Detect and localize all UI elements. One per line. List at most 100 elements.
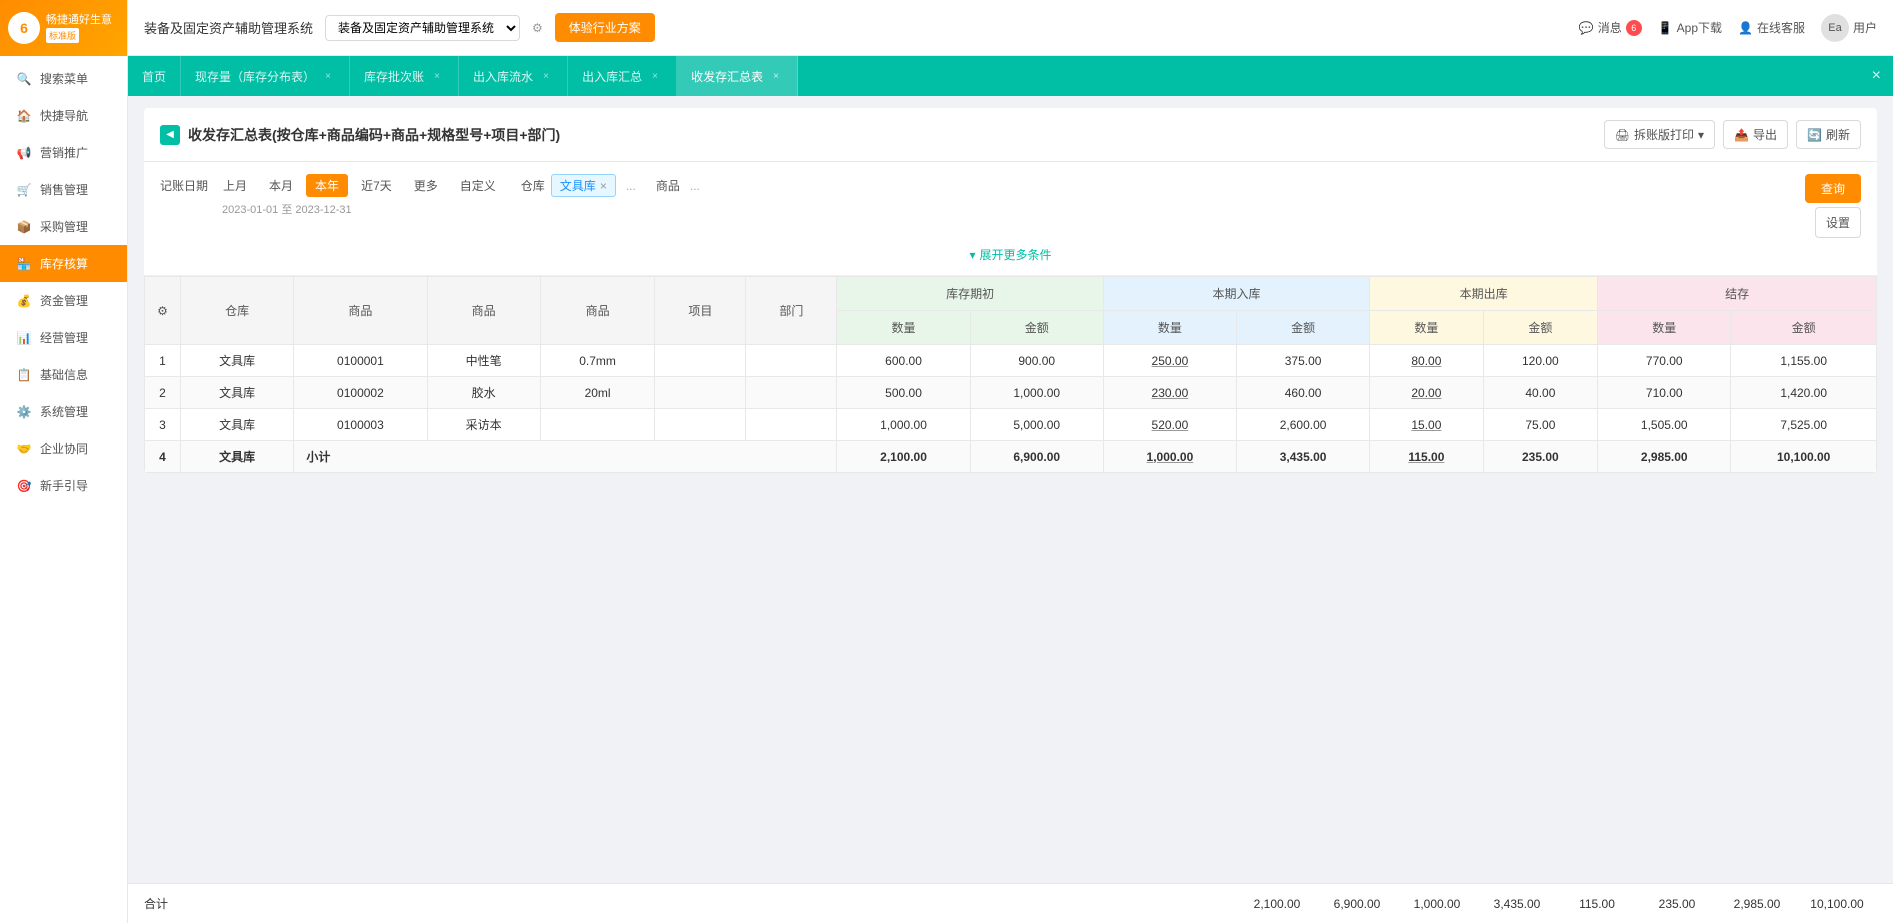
cell-out-qty[interactable]: 20.00: [1370, 377, 1483, 409]
guide-icon: 🎯: [16, 478, 32, 494]
system-select[interactable]: 装备及固定资产辅助管理系统: [325, 15, 520, 41]
print-btn[interactable]: 🖨 拆账版打印 ▾: [1604, 120, 1715, 149]
tab-home[interactable]: 首页: [128, 56, 181, 96]
sidebar-item-enterprise[interactable]: 🤝 企业协同: [0, 430, 127, 467]
tab-in-out-flow[interactable]: 出入库流水 ×: [459, 56, 568, 96]
date-btn-7days[interactable]: 近7天: [352, 174, 401, 197]
warehouse-tag: 文具库 ×: [551, 174, 616, 197]
date-btn-more[interactable]: 更多: [405, 174, 447, 197]
user-label: 用户: [1853, 19, 1877, 36]
sidebar-item-label: 营销推广: [40, 144, 88, 161]
cell-goods-code: 0100003: [294, 409, 427, 441]
date-btn-this-year[interactable]: 本年: [306, 174, 348, 197]
footer-col: 235.00: [1637, 897, 1717, 911]
sidebar-logo: 6 畅捷通好生意 标准版: [0, 0, 127, 56]
sidebar-item-finance[interactable]: 💰 资金管理: [0, 282, 127, 319]
th-group-balance: 结存: [1598, 277, 1877, 311]
app-download-btn[interactable]: 📱 App下载: [1658, 19, 1722, 36]
cell-dept: [746, 409, 837, 441]
th-warehouse: 仓库: [181, 277, 294, 345]
cell-goods-name: 中性笔: [427, 345, 540, 377]
warehouse-label: 仓库: [521, 177, 545, 194]
topbar-left: 装备及固定资产辅助管理系统 装备及固定资产辅助管理系统 ⚙ 体验行业方案: [144, 13, 655, 42]
tab-in-out-summary[interactable]: 出入库汇总 ×: [568, 56, 677, 96]
sidebar-item-sales[interactable]: 🛒 销售管理: [0, 171, 127, 208]
tab-collect-send-close[interactable]: ×: [769, 69, 783, 83]
query-btn[interactable]: 查询: [1805, 174, 1861, 203]
cell-balance-amt: 7,525.00: [1731, 409, 1877, 441]
cell-opening-qty: 1,000.00: [837, 409, 970, 441]
tab-inventory-dist-close[interactable]: ×: [321, 69, 335, 83]
cell-in-qty[interactable]: 520.00: [1103, 409, 1236, 441]
tab-in-out-flow-close[interactable]: ×: [539, 69, 553, 83]
tab-inventory-dist[interactable]: 现存量（库存分布表） ×: [181, 56, 350, 96]
warehouse-value: 文具库: [560, 177, 596, 194]
tab-collect-send[interactable]: 收发存汇总表 ×: [677, 56, 798, 96]
expand-filter-btn[interactable]: ▾ 展开更多条件: [160, 246, 1861, 263]
table-settings-icon: ⚙: [157, 304, 168, 318]
sidebar-item-system[interactable]: ⚙️ 系统管理: [0, 393, 127, 430]
sidebar-item-label: 快捷导航: [40, 107, 88, 124]
export-btn[interactable]: 📤 导出: [1723, 120, 1788, 149]
goods-filter: 商品 ...: [656, 177, 704, 194]
goods-label: 商品: [656, 177, 680, 194]
cell-subtotal-label: 小计: [294, 441, 837, 473]
cell-out-qty[interactable]: 80.00: [1370, 345, 1483, 377]
cell-subtotal-out-qty[interactable]: 115.00: [1370, 441, 1483, 473]
date-btn-custom[interactable]: 自定义: [451, 174, 505, 197]
cell-goods-spec: 0.7mm: [540, 345, 655, 377]
refresh-btn[interactable]: 🔄 刷新: [1796, 120, 1861, 149]
cell-goods-code: 0100002: [294, 377, 427, 409]
sidebar-item-inventory[interactable]: 🏪 库存核算: [0, 245, 127, 282]
date-btn-this-month[interactable]: 本月: [260, 174, 302, 197]
sidebar-item-quick-nav[interactable]: 🏠 快捷导航: [0, 97, 127, 134]
online-service-btn[interactable]: 👤 在线客服: [1738, 19, 1805, 36]
tab-batch-ledger[interactable]: 库存批次账 ×: [350, 56, 459, 96]
th-goods-name: 商品: [427, 277, 540, 345]
experience-btn[interactable]: 体验行业方案: [555, 13, 655, 42]
system-title: 装备及固定资产辅助管理系统: [144, 18, 313, 37]
collapse-btn[interactable]: ◀: [160, 125, 180, 145]
settings-icon[interactable]: ⚙: [532, 21, 543, 35]
warehouse-remove-btn[interactable]: ×: [600, 179, 607, 193]
cell-in-qty[interactable]: 230.00: [1103, 377, 1236, 409]
warehouse-dots[interactable]: ...: [622, 179, 640, 193]
filter-settings-btn[interactable]: 设置: [1815, 207, 1861, 238]
sidebar-item-purchase[interactable]: 📦 采购管理: [0, 208, 127, 245]
th-group-out: 本期出库: [1370, 277, 1598, 311]
user-avatar: Ea: [1821, 14, 1849, 42]
marketing-icon: 📢: [16, 145, 32, 161]
message-btn[interactable]: 💬 消息 6: [1579, 19, 1642, 36]
cell-subtotal-opening-qty: 2,100.00: [837, 441, 970, 473]
th-balance-amt: 金额: [1731, 311, 1877, 345]
sidebar-item-search[interactable]: 🔍 搜索菜单: [0, 60, 127, 97]
tabbar-close-all[interactable]: ×: [1860, 67, 1893, 85]
footer-col: 3,435.00: [1477, 897, 1557, 911]
sidebar-item-basic-info[interactable]: 📋 基础信息: [0, 356, 127, 393]
footer-col: 1,000.00: [1397, 897, 1477, 911]
cell-out-qty[interactable]: 15.00: [1370, 409, 1483, 441]
cell-warehouse: 文具库: [181, 345, 294, 377]
message-badge: 6: [1626, 20, 1642, 36]
cell-balance-amt: 1,155.00: [1731, 345, 1877, 377]
sidebar-item-guide[interactable]: 🎯 新手引导: [0, 467, 127, 504]
main-wrapper: 装备及固定资产辅助管理系统 装备及固定资产辅助管理系统 ⚙ 体验行业方案 💬 消…: [128, 0, 1893, 923]
tab-in-out-summary-close[interactable]: ×: [648, 69, 662, 83]
cell-subtotal-in-qty[interactable]: 1,000.00: [1103, 441, 1236, 473]
tab-batch-ledger-close[interactable]: ×: [430, 69, 444, 83]
purchase-icon: 📦: [16, 219, 32, 235]
goods-dots[interactable]: ...: [686, 179, 704, 193]
topbar: 装备及固定资产辅助管理系统 装备及固定资产辅助管理系统 ⚙ 体验行业方案 💬 消…: [128, 0, 1893, 56]
sidebar-item-label: 采购管理: [40, 218, 88, 235]
cell-rownum: 2: [145, 377, 181, 409]
th-in-qty: 数量: [1103, 311, 1236, 345]
date-btn-last-month[interactable]: 上月: [214, 174, 256, 197]
footer-col: 10,100.00: [1797, 897, 1877, 911]
cell-out-amt: 120.00: [1483, 345, 1598, 377]
th-settings[interactable]: ⚙: [145, 277, 181, 345]
cell-rownum: 3: [145, 409, 181, 441]
cell-in-qty[interactable]: 250.00: [1103, 345, 1236, 377]
sidebar-item-marketing[interactable]: 📢 营销推广: [0, 134, 127, 171]
user-avatar-btn[interactable]: Ea 用户: [1821, 14, 1877, 42]
sidebar-item-business[interactable]: 📊 经营管理: [0, 319, 127, 356]
